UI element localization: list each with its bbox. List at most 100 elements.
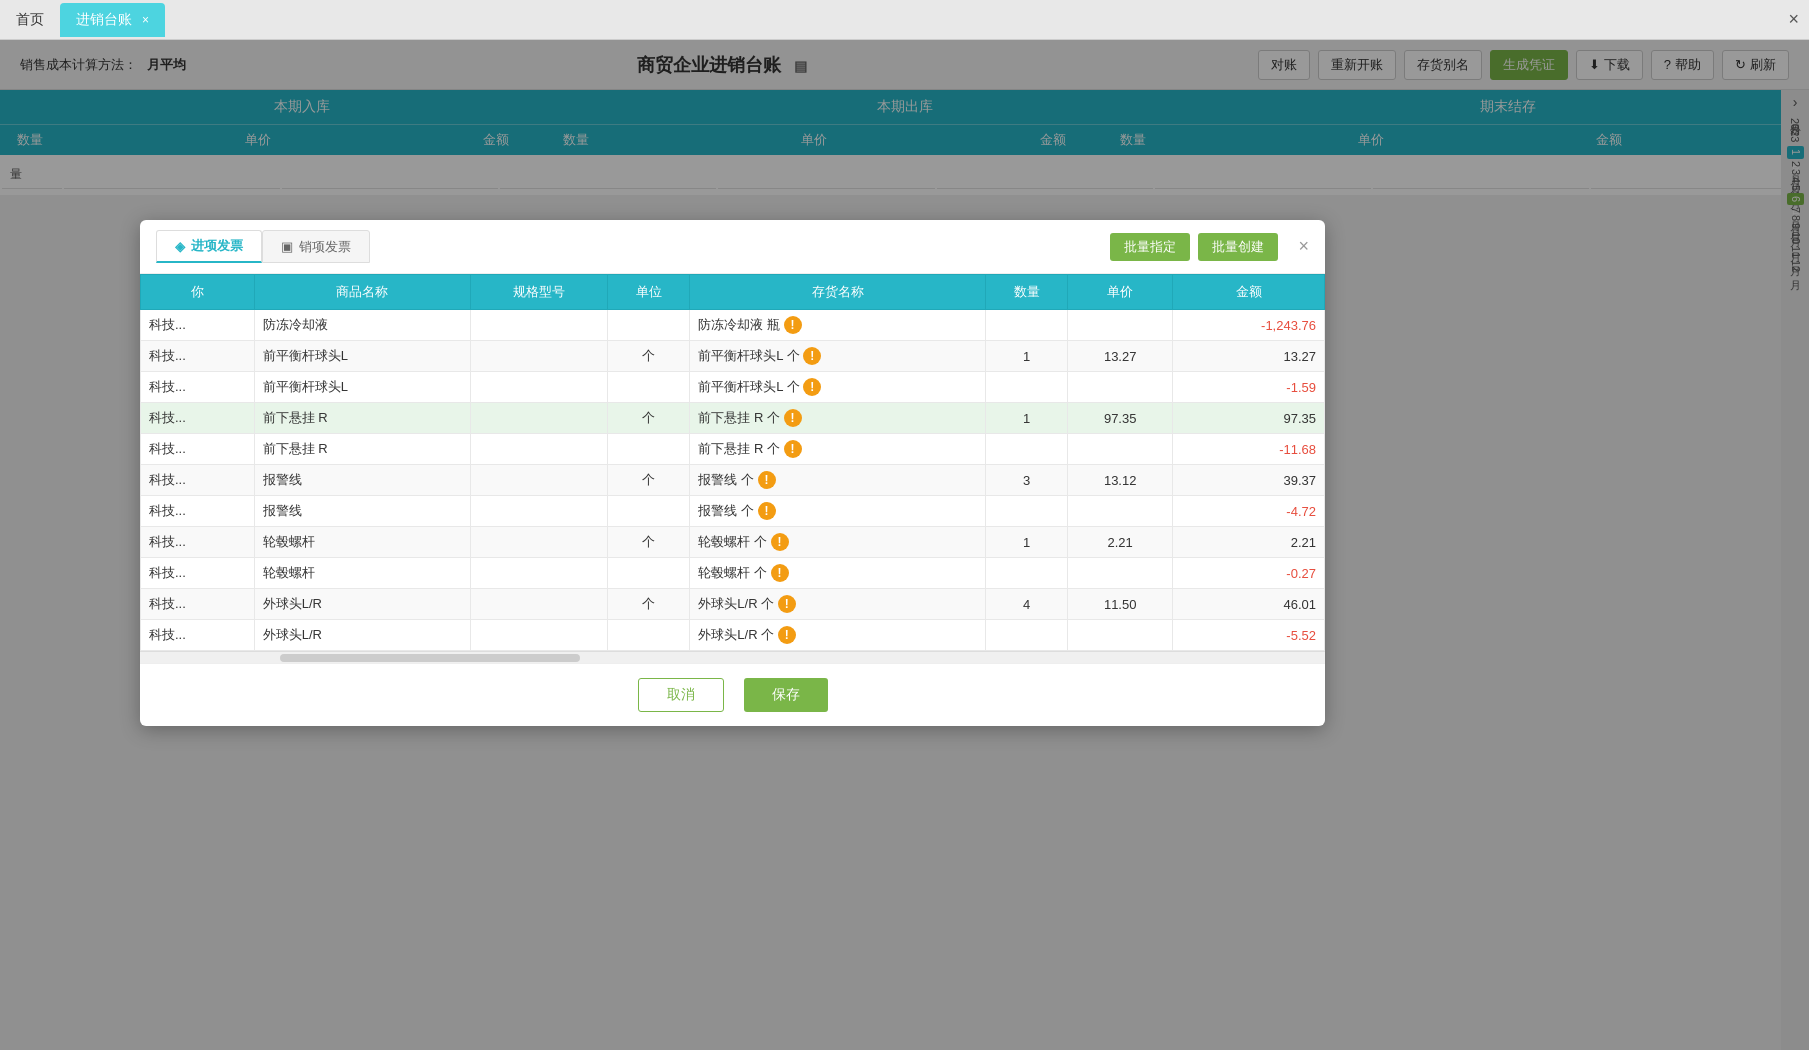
table-row-product[interactable]: 报警线 (254, 496, 470, 527)
table-row-price[interactable] (1068, 620, 1173, 651)
table-row-product[interactable]: 外球头L/R (254, 589, 470, 620)
batch-designate-button[interactable]: 批量指定 (1110, 233, 1190, 261)
table-row-spec[interactable] (470, 434, 607, 465)
dialog-header-actions: 批量指定 批量创建 × (1110, 233, 1309, 261)
table-row-company: 科技... (141, 465, 255, 496)
table-row-product[interactable]: 轮毂螺杆 (254, 527, 470, 558)
table-row-price[interactable]: 97.35 (1068, 403, 1173, 434)
dialog-close-button[interactable]: × (1298, 233, 1309, 261)
tab-outbound-invoice[interactable]: ▣ 销项发票 (262, 230, 370, 263)
table-row-inventory[interactable]: 轮毂螺杆 个 ! (690, 527, 986, 558)
table-row-price[interactable] (1068, 434, 1173, 465)
table-row-qty[interactable] (985, 310, 1067, 341)
save-button[interactable]: 保存 (744, 678, 828, 712)
table-row-spec[interactable] (470, 465, 607, 496)
table-row-amount: -4.72 (1173, 496, 1325, 527)
table-row-price[interactable] (1068, 558, 1173, 589)
table-row-company: 科技... (141, 372, 255, 403)
main-area: 销售成本计算方法： 月平均 商贸企业进销台账 ▤ 对账 重新开账 存货别名 生成… (0, 40, 1809, 1050)
table-row-qty[interactable] (985, 496, 1067, 527)
table-row-spec[interactable] (470, 558, 607, 589)
table-row-product[interactable]: 前平衡杆球头L (254, 372, 470, 403)
col-qty: 数量 (985, 275, 1067, 310)
table-row-price[interactable] (1068, 372, 1173, 403)
warn-icon: ! (784, 409, 802, 427)
table-row-price[interactable]: 2.21 (1068, 527, 1173, 558)
table-row-qty[interactable]: 3 (985, 465, 1067, 496)
table-row-qty[interactable] (985, 620, 1067, 651)
table-row-amount: 39.37 (1173, 465, 1325, 496)
col-unit: 单位 (607, 275, 689, 310)
warn-icon: ! (771, 564, 789, 582)
table-row-price[interactable]: 11.50 (1068, 589, 1173, 620)
scroll-bar-thumb[interactable] (280, 654, 580, 662)
table-row-inventory[interactable]: 前平衡杆球头L 个 ! (690, 372, 986, 403)
table-row-product[interactable]: 防冻冷却液 (254, 310, 470, 341)
table-row-amount: -11.68 (1173, 434, 1325, 465)
table-row-inventory[interactable]: 前下悬挂 R 个 ! (690, 403, 986, 434)
table-row-unit: 个 (607, 527, 689, 558)
table-row-company: 科技... (141, 434, 255, 465)
table-row-qty[interactable] (985, 558, 1067, 589)
table-row-price[interactable] (1068, 310, 1173, 341)
table-row-inventory[interactable]: 报警线 个 ! (690, 465, 986, 496)
table-row-qty[interactable]: 4 (985, 589, 1067, 620)
table-row-company: 科技... (141, 527, 255, 558)
table-row-amount: 46.01 (1173, 589, 1325, 620)
table-row-spec[interactable] (470, 341, 607, 372)
table-row-price[interactable] (1068, 496, 1173, 527)
table-row-spec[interactable] (470, 310, 607, 341)
table-row-price[interactable]: 13.12 (1068, 465, 1173, 496)
table-row-inventory[interactable]: 防冻冷却液 瓶 ! (690, 310, 986, 341)
scroll-bar-area[interactable] (140, 651, 1325, 663)
table-row-price[interactable]: 13.27 (1068, 341, 1173, 372)
table-row-qty[interactable] (985, 372, 1067, 403)
table-row-amount: 2.21 (1173, 527, 1325, 558)
table-row-unit (607, 496, 689, 527)
batch-create-button[interactable]: 批量创建 (1198, 233, 1278, 261)
table-row-unit (607, 434, 689, 465)
table-row-amount: -1.59 (1173, 372, 1325, 403)
table-row-spec[interactable] (470, 620, 607, 651)
invoice-out-icon: ▣ (281, 239, 293, 254)
table-row-inventory[interactable]: 报警线 个 ! (690, 496, 986, 527)
table-row-company: 科技... (141, 403, 255, 434)
dialog-table: 你 商品名称 规格型号 单位 存货名称 数量 单价 金额 科技... 防冻冷却液… (140, 274, 1325, 651)
table-row-inventory[interactable]: 前平衡杆球头L 个 ! (690, 341, 986, 372)
table-row-spec[interactable] (470, 496, 607, 527)
col-inventory: 存货名称 (690, 275, 986, 310)
table-row-inventory[interactable]: 前下悬挂 R 个 ! (690, 434, 986, 465)
table-row-spec[interactable] (470, 527, 607, 558)
table-row-inventory[interactable]: 外球头L/R 个 ! (690, 589, 986, 620)
table-row-spec[interactable] (470, 589, 607, 620)
warn-icon: ! (758, 502, 776, 520)
table-row-unit: 个 (607, 465, 689, 496)
tab-ledger[interactable]: 进销台账 × (60, 3, 165, 37)
tab-home[interactable]: 首页 (0, 3, 60, 37)
table-row-spec[interactable] (470, 403, 607, 434)
col-company: 你 (141, 275, 255, 310)
table-row-company: 科技... (141, 310, 255, 341)
window-close-button[interactable]: × (1788, 9, 1799, 30)
table-row-product[interactable]: 前平衡杆球头L (254, 341, 470, 372)
table-row-unit (607, 558, 689, 589)
table-row-product[interactable]: 前下悬挂 R (254, 403, 470, 434)
col-price: 单价 (1068, 275, 1173, 310)
table-row-product[interactable]: 前下悬挂 R (254, 434, 470, 465)
table-row-product[interactable]: 轮毂螺杆 (254, 558, 470, 589)
tab-inbound-invoice[interactable]: ◈ 进项发票 (156, 230, 262, 263)
table-row-inventory[interactable]: 轮毂螺杆 个 ! (690, 558, 986, 589)
warn-icon: ! (803, 378, 821, 396)
table-row-product[interactable]: 报警线 (254, 465, 470, 496)
table-row-spec[interactable] (470, 372, 607, 403)
warn-icon: ! (778, 595, 796, 613)
table-row-qty[interactable]: 1 (985, 341, 1067, 372)
table-row-company: 科技... (141, 589, 255, 620)
table-row-product[interactable]: 外球头L/R (254, 620, 470, 651)
cancel-button[interactable]: 取消 (638, 678, 724, 712)
table-row-inventory[interactable]: 外球头L/R 个 ! (690, 620, 986, 651)
tab-close-icon[interactable]: × (142, 13, 149, 27)
table-row-qty[interactable]: 1 (985, 527, 1067, 558)
table-row-qty[interactable] (985, 434, 1067, 465)
table-row-qty[interactable]: 1 (985, 403, 1067, 434)
